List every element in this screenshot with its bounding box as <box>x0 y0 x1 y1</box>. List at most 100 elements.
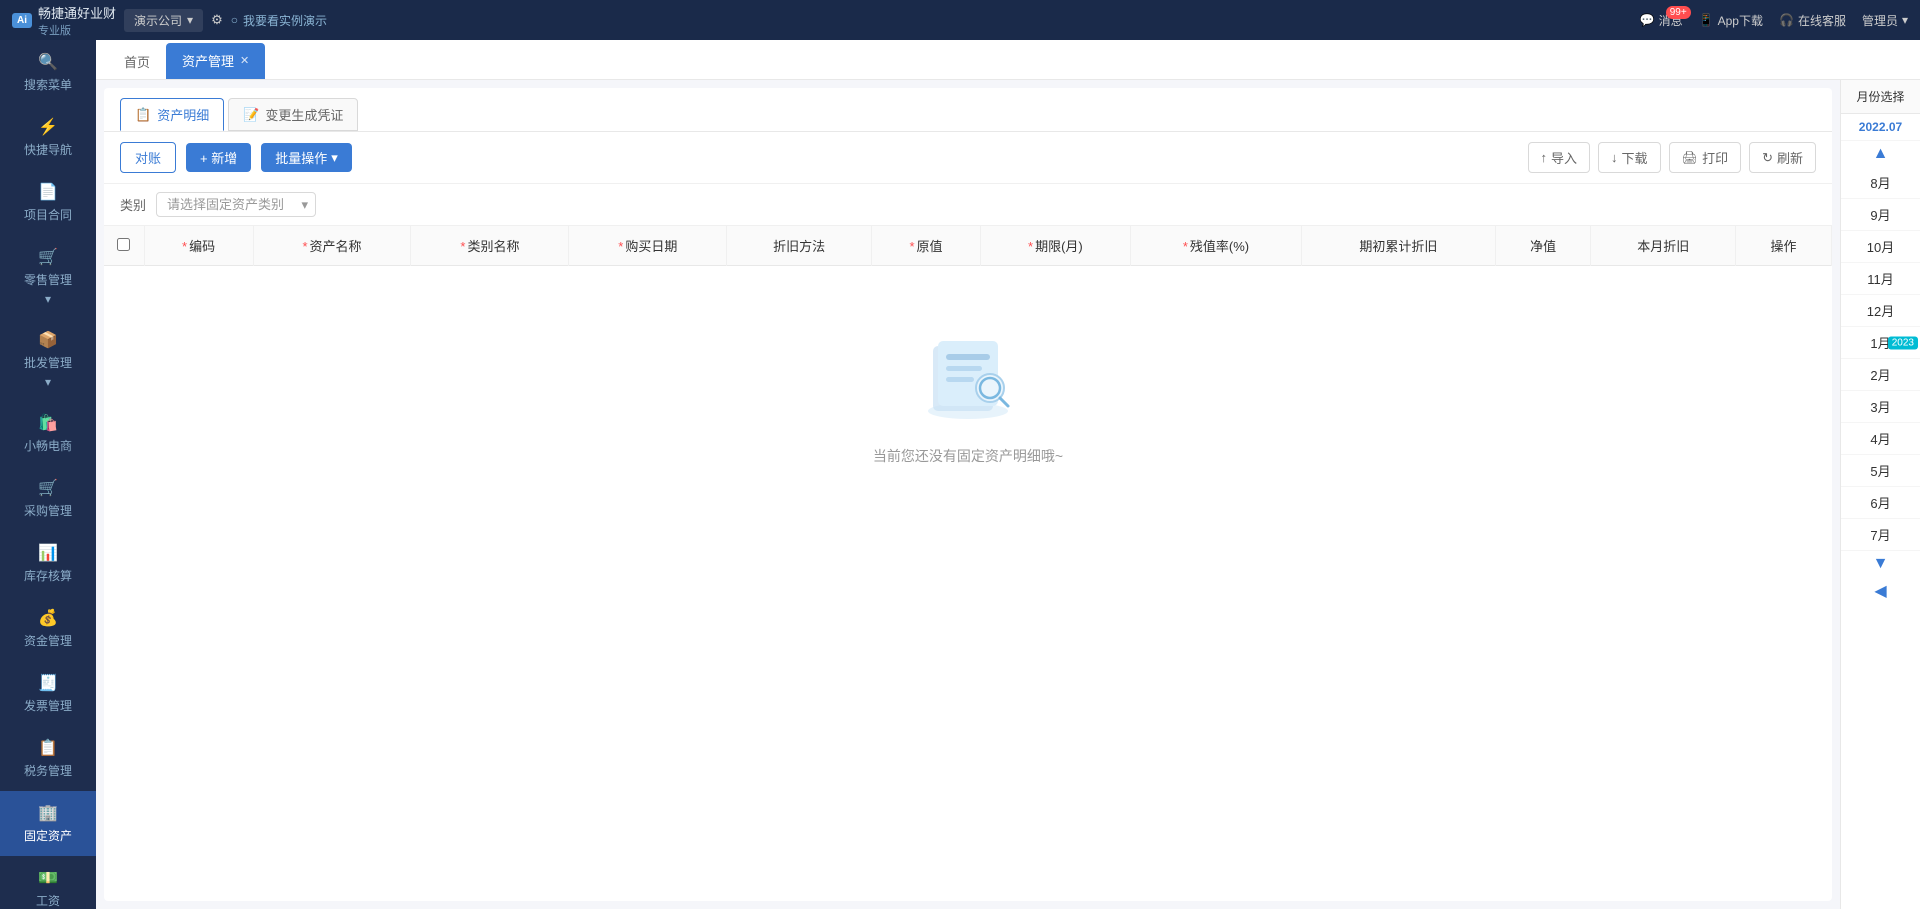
print-button[interactable]: 🖨 打印 <box>1669 142 1742 173</box>
table-header-depreciation-method: 折旧方法 <box>727 226 872 266</box>
brand-title-wrap: 畅捷通好业财 专业版 <box>38 3 116 38</box>
import-button[interactable]: ↑ 导入 <box>1528 142 1591 173</box>
online-service-button[interactable]: 🎧 在线客服 <box>1779 12 1846 29</box>
table-header-monthly-depreciation: 本月折旧 <box>1591 226 1736 266</box>
sidebar-item-invoice[interactable]: 🧾 发票管理 <box>0 661 96 726</box>
sub-tab-change-voucher-label: 变更生成凭证 <box>265 105 343 124</box>
table-header-net-value: 净值 <box>1495 226 1591 266</box>
month-item-10[interactable]: 10月 <box>1841 231 1920 263</box>
month-panel-down-button[interactable]: ▼ <box>1841 551 1920 577</box>
year-2023-badge: 2023 <box>1888 336 1918 349</box>
month-item-6[interactable]: 6月 <box>1841 487 1920 519</box>
content-area: 首页 资产管理 ✕ 📋 资产明细 📝 变更生成凭证 <box>96 40 1920 909</box>
user-name: 管理员 <box>1862 12 1898 29</box>
demo-icon: ○ <box>231 13 238 27</box>
download-button[interactable]: ↓ 下载 <box>1598 142 1661 173</box>
sidebar-item-label-wholesale: 批发管理 <box>24 354 72 371</box>
online-service-icon: 🎧 <box>1779 13 1794 27</box>
payroll-icon: 💵 <box>38 868 58 888</box>
sidebar-item-ecommerce[interactable]: 🛍️ 小畅电商 <box>0 401 96 466</box>
sidebar-item-retail-management[interactable]: 🛒 零售管理 ▾ <box>0 235 96 318</box>
sidebar-item-label-project-contract: 项目合同 <box>24 206 72 223</box>
settings-button[interactable]: ⚙ <box>211 12 223 28</box>
sidebar-item-quicknav[interactable]: ⚡ 快捷导航 <box>0 105 96 170</box>
main-layout: 🔍 搜索菜单 ⚡ 快捷导航 📄 项目合同 🛒 零售管理 ▾ 📦 批发管理 ▾ 🛍… <box>0 40 1920 909</box>
main-content-panel: 📋 资产明细 📝 变更生成凭证 对账 + 新增 批量操作 ▾ <box>104 88 1832 901</box>
select-all-checkbox[interactable] <box>117 238 130 251</box>
download-label: 下载 <box>1622 148 1648 167</box>
tab-home[interactable]: 首页 <box>108 43 166 79</box>
demo-link[interactable]: ○ 我要看实例演示 <box>231 12 327 29</box>
sub-tab-bar: 📋 资产明细 📝 变更生成凭证 <box>104 88 1832 132</box>
reconcile-button[interactable]: 对账 <box>120 142 176 173</box>
month-item-4[interactable]: 4月 <box>1841 423 1920 455</box>
month-item-9[interactable]: 9月 <box>1841 199 1920 231</box>
invoice-icon: 🧾 <box>38 673 58 693</box>
sub-tab-change-voucher[interactable]: 📝 变更生成凭证 <box>228 98 358 131</box>
sub-tab-asset-detail[interactable]: 📋 资产明细 <box>120 98 224 131</box>
brand-logo-area: Ai 畅捷通好业财 专业版 <box>12 3 116 38</box>
month-item-8[interactable]: 8月 <box>1841 167 1920 199</box>
sidebar-item-label-invoice: 发票管理 <box>24 697 72 714</box>
sidebar-item-tax[interactable]: 📋 税务管理 <box>0 726 96 791</box>
table-header-original-value: *原值 <box>871 226 980 266</box>
category-filter-select-wrap: 请选择固定资产类别 <box>156 192 316 217</box>
tab-close-icon[interactable]: ✕ <box>240 54 249 67</box>
sidebar: 🔍 搜索菜单 ⚡ 快捷导航 📄 项目合同 🛒 零售管理 ▾ 📦 批发管理 ▾ 🛍… <box>0 40 96 909</box>
sidebar-item-fixed-assets[interactable]: 🏢 固定资产 <box>0 791 96 856</box>
wholesale-arrow-icon: ▾ <box>45 375 51 389</box>
category-filter-select[interactable]: 请选择固定资产类别 <box>156 192 316 217</box>
user-menu[interactable]: 管理员 ▾ <box>1862 12 1908 29</box>
user-dropdown-icon: ▾ <box>1902 13 1908 27</box>
tab-bar: 首页 资产管理 ✕ <box>96 40 1920 80</box>
month-panel-title: 月份选择 <box>1841 80 1920 114</box>
toolbar: 对账 + 新增 批量操作 ▾ ↑ 导入 ↓ 下载 <box>104 132 1832 184</box>
app-download-icon: 📱 <box>1699 13 1714 27</box>
tax-icon: 📋 <box>38 738 58 758</box>
brand-subtitle: 专业版 <box>38 22 116 38</box>
sidebar-item-project-contract[interactable]: 📄 项目合同 <box>0 170 96 235</box>
current-year-month[interactable]: 2022.07 <box>1841 114 1920 141</box>
purchase-icon: 🛒 <box>38 478 58 498</box>
month-panel-up-button[interactable]: ▲ <box>1841 141 1920 167</box>
month-item-7[interactable]: 7月 <box>1841 519 1920 551</box>
sidebar-item-payroll[interactable]: 💵 工资 <box>0 856 96 909</box>
top-bar-left: Ai 畅捷通好业财 专业版 演示公司 ▾ ⚙ ○ 我要看实例演示 <box>12 3 1630 38</box>
table-header-code: *编码 <box>144 226 253 266</box>
inventory-icon: 📊 <box>38 543 58 563</box>
finance-icon: 💰 <box>38 608 58 628</box>
table-header-operation: 操作 <box>1736 226 1832 266</box>
sidebar-item-label-inventory: 库存核算 <box>24 567 72 584</box>
table-header-row: *编码 *资产名称 *类别名称 *购买日期 折旧方法 *原值 *期限(月) *残… <box>104 226 1832 266</box>
month-item-2[interactable]: 2月 <box>1841 359 1920 391</box>
online-service-label: 在线客服 <box>1798 12 1846 29</box>
month-item-1-2023[interactable]: 1月 2023 <box>1841 327 1920 359</box>
month-item-5[interactable]: 5月 <box>1841 455 1920 487</box>
sidebar-item-finance[interactable]: 💰 资金管理 <box>0 596 96 661</box>
month-item-3[interactable]: 3月 <box>1841 391 1920 423</box>
quicknav-icon: ⚡ <box>38 117 58 137</box>
message-button[interactable]: 💬 消息 99+ <box>1640 12 1683 29</box>
app-download-button[interactable]: 📱 App下载 <box>1699 12 1763 29</box>
sidebar-item-purchase-management[interactable]: 🛒 采购管理 <box>0 466 96 531</box>
demo-text: 我要看实例演示 <box>243 12 327 29</box>
empty-state: 当前您还没有固定资产明细哦~ <box>104 266 1832 526</box>
tab-asset-management[interactable]: 资产管理 ✕ <box>166 43 265 79</box>
month-item-12[interactable]: 12月 <box>1841 295 1920 327</box>
sidebar-item-wholesale-management[interactable]: 📦 批发管理 ▾ <box>0 318 96 401</box>
batch-operation-button[interactable]: 批量操作 ▾ <box>261 143 352 172</box>
import-label: 导入 <box>1551 148 1577 167</box>
sidebar-item-search-menu[interactable]: 🔍 搜索菜单 <box>0 40 96 105</box>
add-button[interactable]: + 新增 <box>186 143 251 172</box>
refresh-button[interactable]: ↻ 刷新 <box>1749 142 1816 173</box>
empty-state-text: 当前您还没有固定资产明细哦~ <box>873 446 1063 466</box>
month-panel-collapse-button[interactable]: ◀ <box>1841 577 1920 605</box>
month-item-11[interactable]: 11月 <box>1841 263 1920 295</box>
top-bar-right: 💬 消息 99+ 📱 App下载 🎧 在线客服 管理员 ▾ <box>1640 12 1908 29</box>
sidebar-item-inventory[interactable]: 📊 库存核算 <box>0 531 96 596</box>
print-label: 打印 <box>1702 148 1728 167</box>
table-header-asset-name: *资产名称 <box>253 226 411 266</box>
batch-dropdown-icon: ▾ <box>331 150 338 166</box>
change-voucher-tab-icon: 📝 <box>243 107 259 123</box>
company-selector[interactable]: 演示公司 ▾ <box>124 9 203 32</box>
